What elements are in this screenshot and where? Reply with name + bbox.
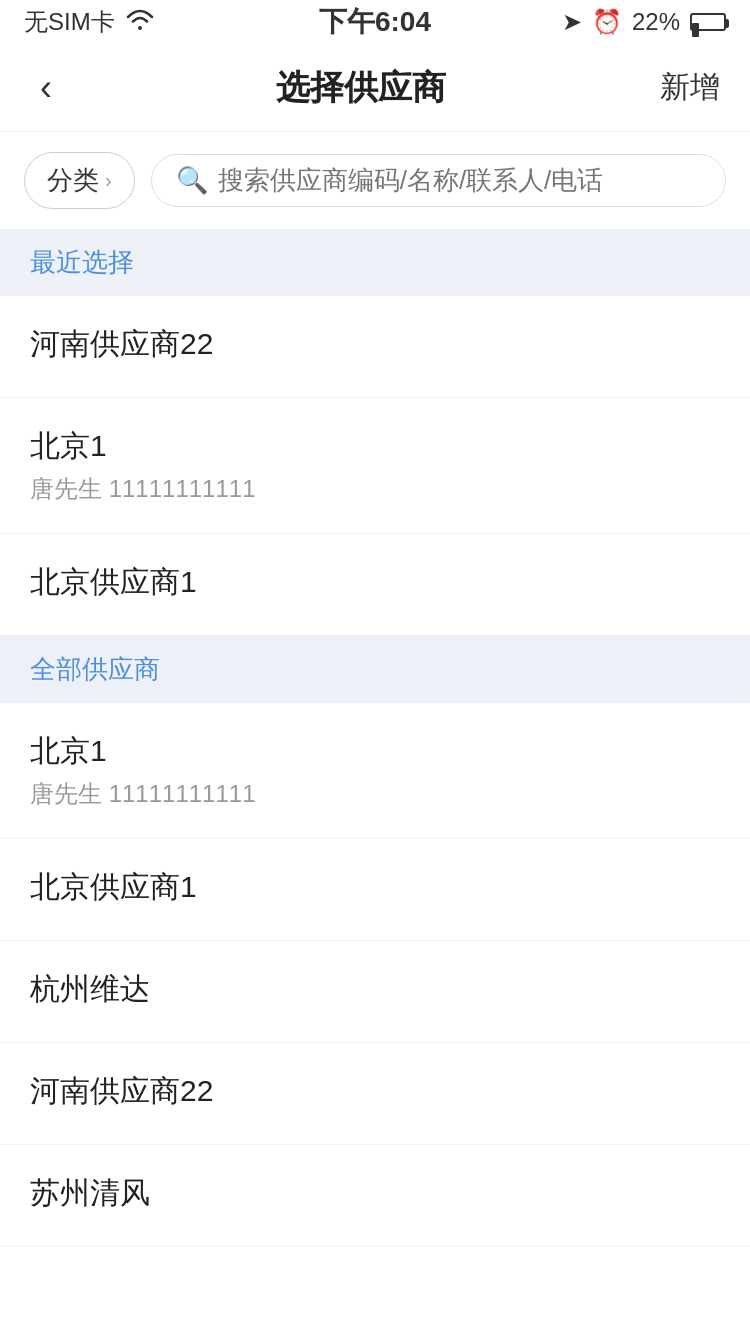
battery-text: 22% xyxy=(632,8,680,36)
status-left: 无SIM卡 xyxy=(24,6,155,38)
item-name: 北京1 xyxy=(30,731,720,772)
recent-list-item[interactable]: 北京供应商1 xyxy=(0,534,750,636)
recent-list-item[interactable]: 北京1 唐先生 11111111111 xyxy=(0,398,750,534)
recent-section-header: 最近选择 xyxy=(0,229,750,296)
category-label: 分类 xyxy=(47,163,99,198)
page-title: 选择供应商 xyxy=(276,65,446,111)
nav-bar: ‹ 选择供应商 新增 xyxy=(0,44,750,132)
item-name: 杭州维达 xyxy=(30,969,720,1010)
recent-list-item[interactable]: 河南供应商22 xyxy=(0,296,750,398)
chevron-icon: › xyxy=(105,169,112,192)
item-name: 北京1 xyxy=(30,426,720,467)
status-bar: 无SIM卡 下午6:04 ➤ ⏰ 22% xyxy=(0,0,750,44)
carrier-text: 无SIM卡 xyxy=(24,6,115,38)
all-section-header: 全部供应商 xyxy=(0,636,750,703)
all-list-item[interactable]: 杭州维达 xyxy=(0,941,750,1043)
alarm-icon: ⏰ xyxy=(592,8,622,36)
status-right: ➤ ⏰ 22% xyxy=(562,8,726,36)
all-list-item[interactable]: 苏州清风 xyxy=(0,1145,750,1247)
battery-icon xyxy=(690,13,726,31)
item-name: 河南供应商22 xyxy=(30,324,720,365)
status-time: 下午6:04 xyxy=(319,3,431,41)
location-icon: ➤ xyxy=(562,8,582,36)
item-name: 苏州清风 xyxy=(30,1173,720,1214)
category-button[interactable]: 分类 › xyxy=(24,152,135,209)
search-input[interactable] xyxy=(218,165,701,196)
all-list: 北京1 唐先生 11111111111 北京供应商1 杭州维达河南供应商22 苏州清风 xyxy=(0,703,750,1247)
item-name: 河南供应商22 xyxy=(30,1071,720,1112)
filter-bar: 分类 › 🔍 xyxy=(0,132,750,229)
all-list-item[interactable]: 北京供应商1 xyxy=(0,839,750,941)
all-list-item[interactable]: 河南供应商22 xyxy=(0,1043,750,1145)
item-sub: 唐先生 11111111111 xyxy=(30,473,720,505)
wifi-icon xyxy=(125,8,155,36)
search-box[interactable]: 🔍 xyxy=(151,154,726,207)
back-button[interactable]: ‹ xyxy=(30,57,62,119)
add-button[interactable]: 新增 xyxy=(660,67,720,108)
search-icon: 🔍 xyxy=(176,165,208,196)
item-name: 北京供应商1 xyxy=(30,867,720,908)
item-name: 北京供应商1 xyxy=(30,562,720,603)
recent-list: 河南供应商22 北京1 唐先生 11111111111 北京供应商1 xyxy=(0,296,750,636)
all-list-item[interactable]: 北京1 唐先生 11111111111 xyxy=(0,703,750,839)
item-sub: 唐先生 11111111111 xyxy=(30,778,720,810)
